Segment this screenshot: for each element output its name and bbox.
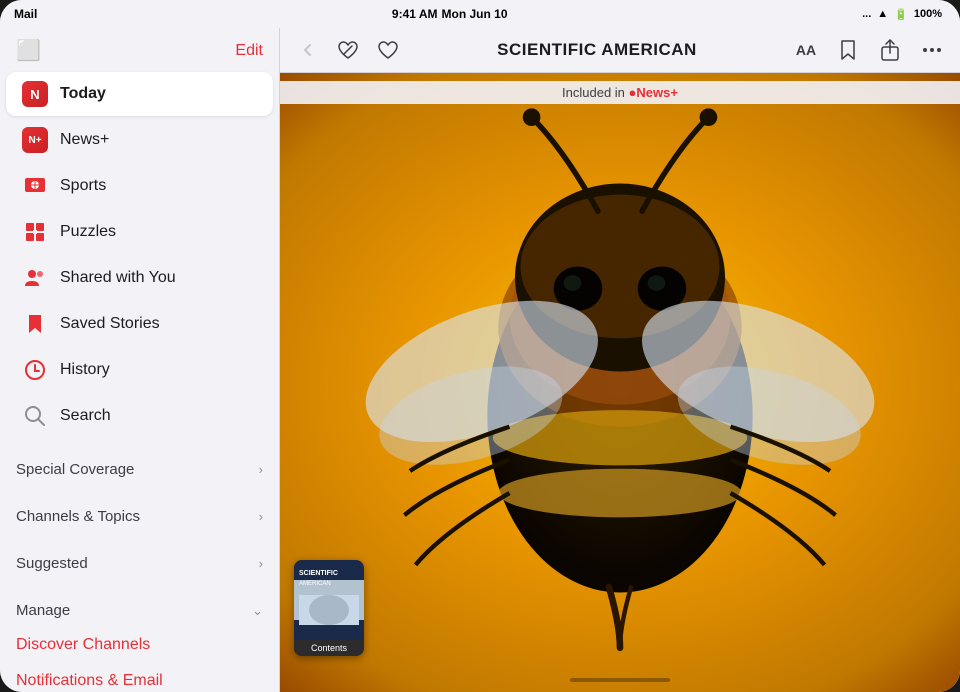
sidebar-item-puzzles[interactable]: Puzzles [6, 210, 273, 254]
sidebar-item-puzzles-label: Puzzles [60, 223, 116, 241]
sidebar: ⬜ Edit N Today N+ News+ [0, 28, 280, 692]
sidebar-item-saved[interactable]: Saved Stories [6, 302, 273, 346]
discover-channels-item[interactable]: Discover Channels [0, 627, 279, 663]
status-dots: ... [862, 8, 871, 20]
svg-text:AMERICAN: AMERICAN [299, 581, 331, 587]
history-icon [22, 357, 48, 383]
article-title-area: Scientific American [402, 40, 792, 60]
sidebar-item-newsplus-label: News+ [60, 131, 109, 149]
wifi-icon: ▲ [877, 8, 888, 20]
channels-topics-header[interactable]: Channels & Topics › [0, 498, 279, 533]
thumbnail-label: Contents [294, 640, 364, 656]
sidebar-item-sports[interactable]: Sports [6, 164, 273, 208]
article-body[interactable]: Included in ●News+ SCIENTIFIC AMERICAN [280, 73, 960, 692]
font-size-label: AA [796, 42, 816, 58]
article-publication: Scientific American [497, 40, 697, 59]
shared-with-you-icon [22, 265, 48, 291]
scroll-indicator [570, 678, 670, 682]
puzzles-icon [22, 219, 48, 245]
sidebar-header: ⬜ Edit [0, 28, 279, 71]
today-icon: N [22, 81, 48, 107]
suggested-label: Suggested [16, 555, 88, 572]
article-area: Scientific American AA [280, 28, 960, 692]
status-bar: Mail 9:41 AM Mon Jun 10 ... ▲ 🔋 100% [0, 0, 960, 28]
suggested-header[interactable]: Suggested › [0, 545, 279, 580]
sidebar-item-shared-label: Shared with You [60, 269, 176, 287]
device-frame: Mail 9:41 AM Mon Jun 10 ... ▲ 🔋 100% ⬜ E… [0, 0, 960, 692]
sidebar-item-shared[interactable]: Shared with You [6, 256, 273, 300]
sidebar-item-saved-label: Saved Stories [60, 315, 160, 333]
sidebar-item-history-label: History [60, 361, 110, 379]
status-left: Mail [14, 7, 37, 21]
article-nav-left [294, 36, 402, 64]
sidebar-item-newsplus[interactable]: N+ News+ [6, 118, 273, 162]
article-image: Included in ●News+ SCIENTIFIC AMERICAN [280, 73, 960, 692]
news-plus-text: Included in [562, 85, 625, 100]
status-center: 9:41 AM Mon Jun 10 [392, 7, 508, 21]
newsplus-icon: N+ [22, 127, 48, 153]
news-plus-logo: ●News+ [629, 85, 678, 100]
sidebar-item-sports-label: Sports [60, 177, 106, 195]
back-button[interactable] [294, 36, 322, 64]
dislike-button[interactable] [334, 36, 362, 64]
article-header: Scientific American AA [280, 28, 960, 73]
sports-icon [22, 173, 48, 199]
channels-topics-chevron: › [259, 509, 263, 524]
article-nav-right: AA [792, 36, 946, 64]
status-date: Mon Jun 10 [442, 7, 508, 21]
notifications-email-label: Notifications & Email [16, 672, 163, 689]
svg-text:SCIENTIFIC: SCIENTIFIC [299, 570, 338, 577]
discover-channels-label: Discover Channels [16, 636, 150, 653]
main-content: ⬜ Edit N Today N+ News+ [0, 28, 960, 692]
status-app: Mail [14, 7, 37, 21]
suggested-chevron: › [259, 556, 263, 571]
like-button[interactable] [374, 36, 402, 64]
sidebar-item-search[interactable]: Search [6, 394, 273, 438]
edit-button[interactable]: Edit [235, 42, 263, 60]
battery-icon: 🔋 [894, 8, 908, 21]
share-button[interactable] [876, 36, 904, 64]
bee-background [280, 73, 960, 692]
saved-stories-icon [22, 311, 48, 337]
thumbnail-image: SCIENTIFIC AMERICAN [294, 560, 364, 640]
special-coverage-chevron: › [259, 462, 263, 477]
sidebar-item-history[interactable]: History [6, 348, 273, 392]
font-size-button[interactable]: AA [792, 36, 820, 64]
more-button[interactable] [918, 36, 946, 64]
special-coverage-label: Special Coverage [16, 461, 134, 478]
status-time: 9:41 AM [392, 7, 438, 21]
thumbnail-overlay[interactable]: SCIENTIFIC AMERICAN Contents [294, 560, 364, 656]
bookmark-button[interactable] [834, 36, 862, 64]
manage-chevron: ⌄ [252, 603, 263, 619]
status-right: ... ▲ 🔋 100% [862, 8, 942, 21]
manage-label: Manage [16, 602, 70, 619]
news-plus-badge: Included in ●News+ [280, 81, 960, 104]
channels-topics-label: Channels & Topics [16, 508, 140, 525]
sidebar-item-search-label: Search [60, 407, 111, 425]
battery-percent: 100% [914, 8, 942, 20]
special-coverage-header[interactable]: Special Coverage › [0, 451, 279, 486]
manage-header[interactable]: Manage ⌄ [0, 592, 279, 627]
sidebar-item-today-label: Today [60, 85, 106, 103]
notifications-email-item[interactable]: Notifications & Email [0, 663, 279, 692]
folder-icon: ⬜ [16, 38, 41, 63]
search-icon [22, 403, 48, 429]
sidebar-item-today[interactable]: N Today [6, 72, 273, 116]
